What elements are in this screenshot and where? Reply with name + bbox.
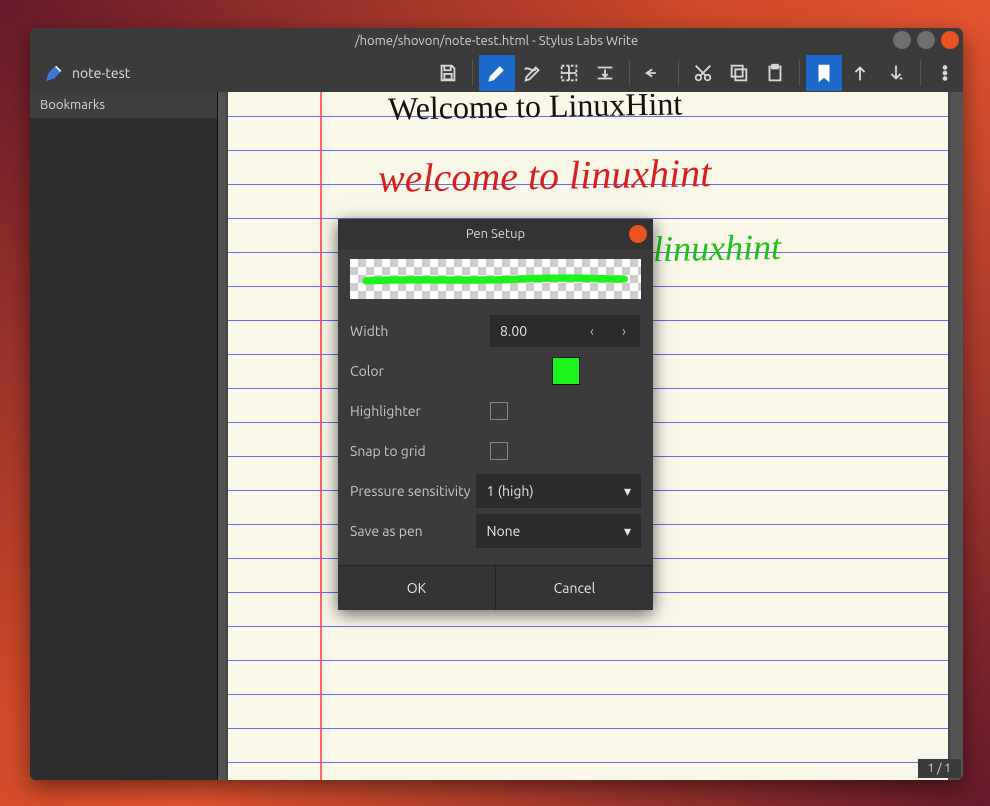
document-tab-label: note-test xyxy=(72,65,130,81)
sidebar-header: Bookmarks xyxy=(30,92,217,118)
saveas-label: Save as pen xyxy=(350,523,476,539)
pressure-value: 1 (high) xyxy=(486,483,533,499)
bookmarks-sidebar: Bookmarks xyxy=(30,92,218,780)
dialog-titlebar[interactable]: Pen Setup xyxy=(338,219,653,249)
pressure-combo[interactable]: 1 (high) ▾ xyxy=(476,474,641,508)
handwriting-line-1: Welcome to LinuxHint xyxy=(388,92,683,128)
dialog-title: Pen Setup xyxy=(466,227,525,241)
width-value[interactable]: 8.00 xyxy=(490,323,576,339)
saveas-combo[interactable]: None ▾ xyxy=(476,514,641,548)
insert-space-button[interactable] xyxy=(587,55,623,91)
ok-button[interactable]: OK xyxy=(338,566,496,610)
cancel-button[interactable]: Cancel xyxy=(496,566,653,610)
save-button[interactable] xyxy=(430,55,466,91)
color-swatch[interactable] xyxy=(552,357,580,385)
cut-button[interactable] xyxy=(685,55,721,91)
color-label: Color xyxy=(350,363,490,379)
snap-checkbox[interactable] xyxy=(490,442,508,460)
pressure-label: Pressure sensitivity xyxy=(350,483,476,499)
document-tab[interactable]: note-test xyxy=(30,54,144,92)
document-tab-icon xyxy=(44,63,64,83)
width-decrease-button[interactable]: ‹ xyxy=(576,323,608,339)
window-controls xyxy=(893,31,959,49)
window-maximize-button[interactable] xyxy=(917,31,935,49)
overflow-menu-button[interactable] xyxy=(927,55,963,91)
copy-button[interactable] xyxy=(721,55,757,91)
pen-tool-button[interactable] xyxy=(479,55,515,91)
dialog-close-button[interactable] xyxy=(629,225,647,243)
bookmark-button[interactable] xyxy=(806,55,842,91)
chevron-down-icon: ▾ xyxy=(624,483,631,500)
handwriting-line-3: linuxhint xyxy=(653,226,782,270)
width-increase-button[interactable]: › xyxy=(608,323,640,339)
pen-setup-dialog: Pen Setup Width 8.00 ‹ › Color Highlight… xyxy=(338,219,653,610)
prev-page-button[interactable] xyxy=(842,55,878,91)
width-spinner[interactable]: 8.00 ‹ › xyxy=(490,315,640,347)
paper-margin-line xyxy=(320,92,322,780)
undo-button[interactable] xyxy=(636,55,672,91)
selection-tool-button[interactable] xyxy=(551,55,587,91)
highlighter-label: Highlighter xyxy=(350,403,490,419)
page-indicator[interactable]: 1 / 1 xyxy=(918,759,961,778)
highlighter-checkbox[interactable] xyxy=(490,402,508,420)
snap-label: Snap to grid xyxy=(350,443,490,459)
paste-button[interactable] xyxy=(757,55,793,91)
window-title: /home/shovon/note-test.html - Stylus Lab… xyxy=(355,34,638,48)
pen-preview xyxy=(350,259,641,299)
chevron-down-icon: ▾ xyxy=(624,523,631,540)
saveas-value: None xyxy=(486,523,520,539)
window-titlebar[interactable]: /home/shovon/note-test.html - Stylus Lab… xyxy=(30,28,963,54)
next-page-button[interactable] xyxy=(878,55,914,91)
stroke-eraser-button[interactable] xyxy=(515,55,551,91)
main-toolbar: note-test xyxy=(30,54,963,92)
window-close-button[interactable] xyxy=(941,31,959,49)
width-label: Width xyxy=(350,323,490,339)
window-minimize-button[interactable] xyxy=(893,31,911,49)
handwriting-line-2: welcome to linuxhint xyxy=(378,149,712,202)
